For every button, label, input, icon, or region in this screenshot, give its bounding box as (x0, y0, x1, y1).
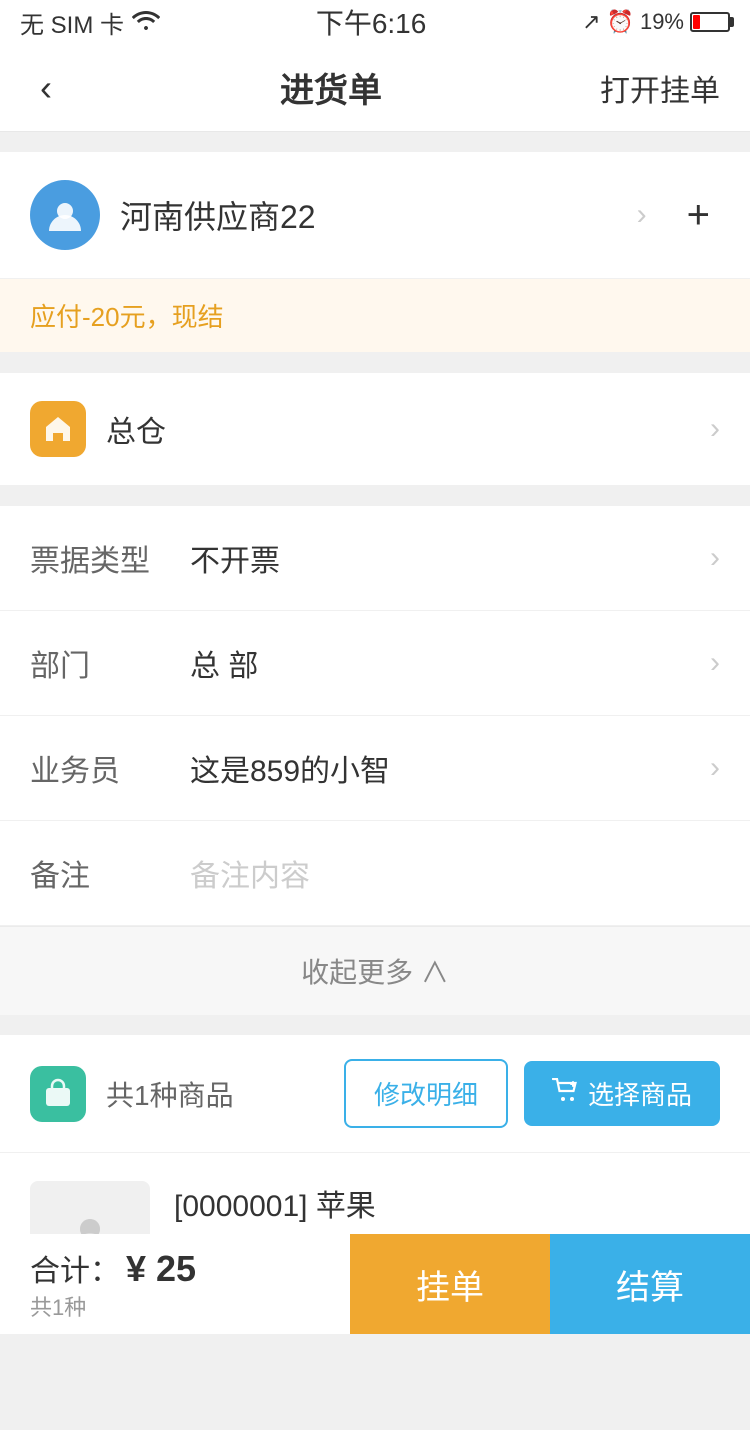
supplier-chevron-icon: › (637, 198, 647, 232)
invoice-type-label: 票据类型 (30, 536, 170, 580)
edit-detail-button[interactable]: 修改明细 (344, 1059, 508, 1128)
salesperson-label: 业务员 (30, 746, 170, 790)
select-product-button[interactable]: 选择商品 (524, 1061, 720, 1126)
product-name: [0000001] 苹果 (174, 1181, 660, 1225)
department-label: 部门 (30, 641, 170, 685)
back-button[interactable]: ‹ (30, 57, 62, 119)
salesperson-value: 这是859的小智 (170, 746, 710, 790)
divider-3 (0, 486, 750, 506)
warehouse-chevron-icon: › (710, 412, 720, 446)
remark-row[interactable]: 备注 备注内容 (0, 821, 750, 926)
status-time: 下午6:16 (316, 2, 427, 42)
product-section-icon (30, 1066, 86, 1122)
divider-2 (0, 353, 750, 373)
supplier-section: 河南供应商22 › + 应付-20元，现结 (0, 152, 750, 353)
warehouse-section: 总仓 › (0, 373, 750, 486)
cart-icon (552, 1078, 580, 1109)
product-count-label: 共1种商品 (106, 1074, 344, 1114)
product-header: 共1种商品 修改明细 选择商品 (0, 1035, 750, 1153)
warehouse-row[interactable]: 总仓 › (0, 373, 750, 486)
payable-notice: 应付-20元，现结 (0, 279, 750, 353)
divider-4 (0, 1015, 750, 1035)
footer: 合计： ¥ 25 共1种 挂单 结算 (0, 1234, 750, 1334)
footer-total-section: 合计： ¥ 25 共1种 (0, 1234, 350, 1334)
supplier-row[interactable]: 河南供应商22 › + (0, 152, 750, 279)
product-title-text: 苹果 (316, 1190, 376, 1223)
warehouse-icon (30, 401, 86, 457)
battery-percent: 19% (640, 9, 684, 35)
location-icon: ↗ (582, 9, 600, 35)
supplier-avatar (30, 180, 100, 250)
add-supplier-button[interactable]: + (677, 193, 720, 238)
footer-spacer (0, 1330, 750, 1430)
page-title: 进货单 (280, 63, 382, 112)
status-right: ↗ ⏰ 19% (582, 9, 730, 35)
hang-button[interactable]: 挂单 (350, 1234, 550, 1334)
total-amount: ¥ 25 (126, 1248, 196, 1290)
battery-icon (690, 12, 730, 32)
collapse-bar[interactable]: 收起更多 ∧ (0, 926, 750, 1015)
department-row[interactable]: 部门 总 部 › (0, 611, 750, 716)
invoice-type-row[interactable]: 票据类型 不开票 › (0, 506, 750, 611)
department-value: 总 部 (170, 641, 710, 685)
carrier-text: 无 SIM 卡 (20, 5, 124, 40)
remark-label: 备注 (30, 851, 170, 895)
warehouse-name: 总仓 (106, 407, 710, 451)
supplier-name: 河南供应商22 (120, 192, 637, 238)
salesperson-chevron-icon: › (710, 751, 720, 785)
select-product-label: 选择商品 (588, 1075, 692, 1112)
alarm-icon: ⏰ (607, 9, 634, 35)
status-bar: 无 SIM 卡 下午6:16 ↗ ⏰ 19% (0, 0, 750, 44)
total-label: 合计： (30, 1246, 120, 1290)
divider-1 (0, 132, 750, 152)
supplier-right: › + (637, 193, 720, 238)
invoice-chevron-icon: › (710, 541, 720, 575)
product-code: [0000001] (174, 1190, 307, 1223)
settle-button[interactable]: 结算 (550, 1234, 750, 1334)
department-chevron-icon: › (710, 646, 720, 680)
salesperson-row[interactable]: 业务员 这是859的小智 › (0, 716, 750, 821)
invoice-type-value: 不开票 (170, 536, 710, 580)
remark-value[interactable]: 备注内容 (170, 851, 720, 895)
nav-bar: ‹ 进货单 打开挂单 (0, 44, 750, 132)
wifi-icon (132, 8, 160, 37)
open-pending-button[interactable]: 打开挂单 (600, 66, 720, 110)
status-left: 无 SIM 卡 (20, 5, 160, 40)
total-sub: 共1种 (30, 1290, 350, 1322)
form-section: 票据类型 不开票 › 部门 总 部 › 业务员 这是859的小智 › 备注 备注… (0, 506, 750, 926)
